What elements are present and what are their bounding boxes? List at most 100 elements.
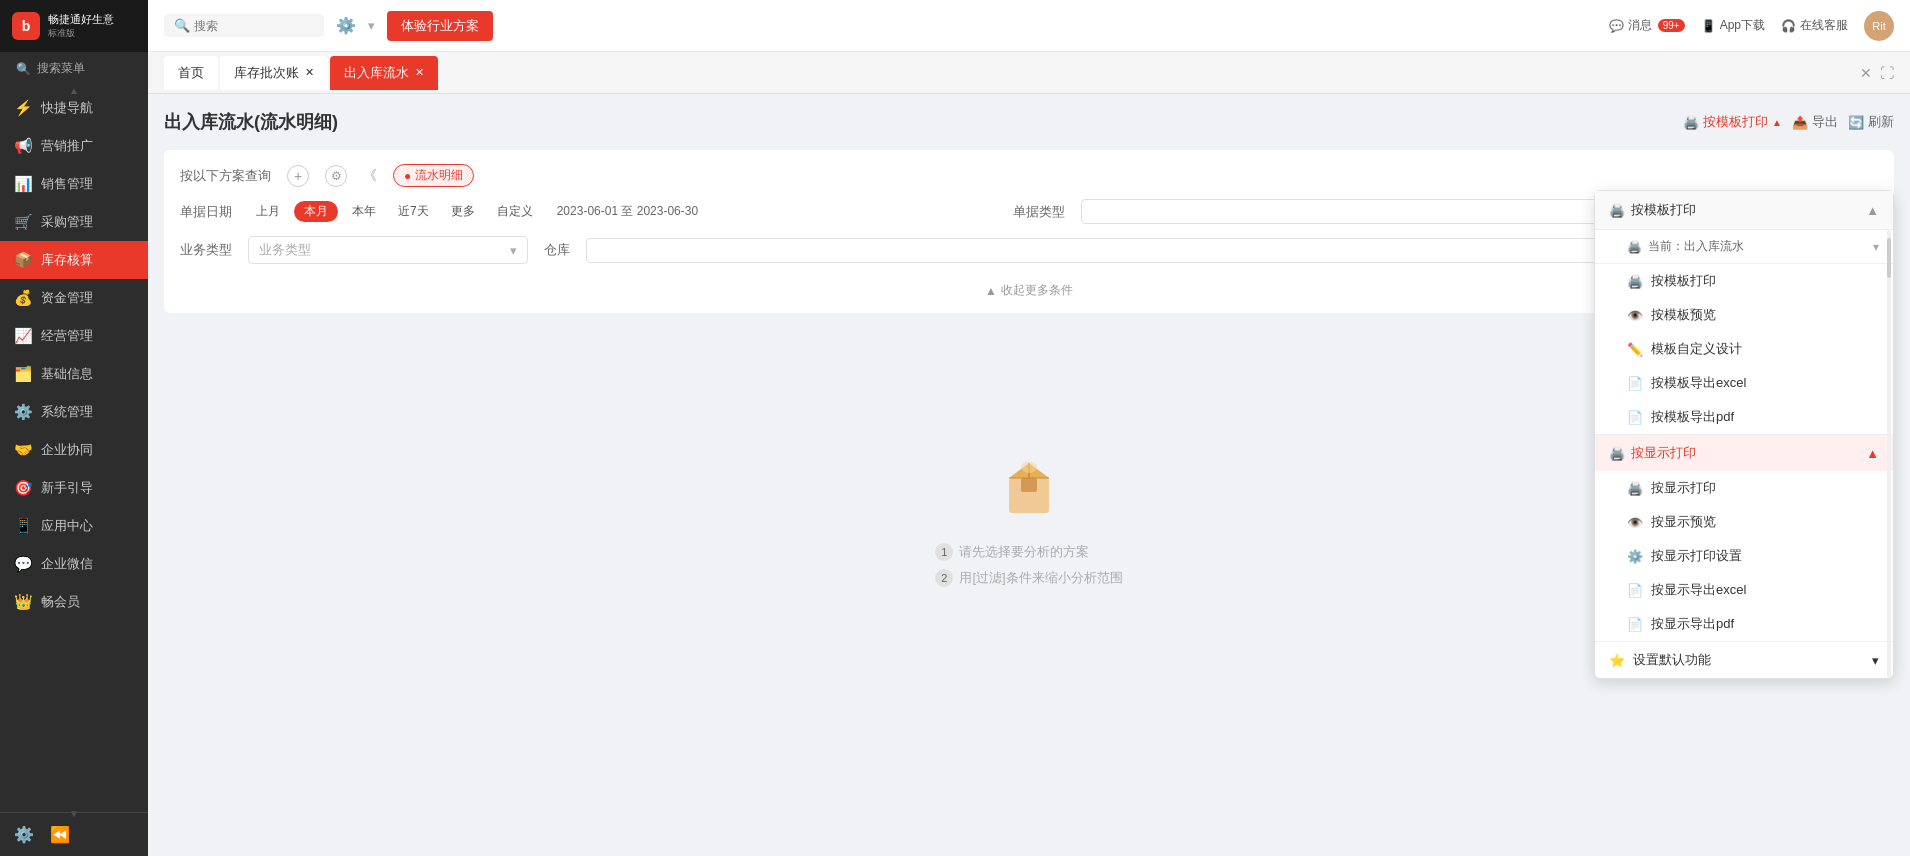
sidebar-item-sales[interactable]: 📊 销售管理 <box>0 165 148 203</box>
tab-batch-account-label: 库存批次账 <box>234 64 299 82</box>
app-version: 标准版 <box>48 27 114 40</box>
tab-batch-account-close[interactable]: ✕ <box>305 66 314 79</box>
tab-inout-flow[interactable]: 出入库流水 ✕ <box>330 56 438 90</box>
quick-nav-icon: ⚡ <box>14 99 33 117</box>
trial-button[interactable]: 体验行业方案 <box>387 11 493 41</box>
sidebar-item-finance[interactable]: 💰 资金管理 <box>0 279 148 317</box>
dropdown-item-display-excel[interactable]: 📄 按显示导出excel <box>1595 573 1893 607</box>
filter-row-1: 按以下方案查询 + ⚙ 《 ● 流水明细 <box>180 164 1878 187</box>
date-label: 单据日期 <box>180 203 232 221</box>
topbar: 🔍 ⚙️ ▾ 体验行业方案 💬 消息 99+ 📱 App下载 🎧 在线客服 Ri… <box>148 0 1910 52</box>
template-print-button[interactable]: 🖨️ 按模板打印 ▲ <box>1683 113 1782 131</box>
sidebar-search-label: 搜索菜单 <box>37 60 85 77</box>
online-service-label: 在线客服 <box>1800 17 1848 34</box>
sidebar-item-purchase[interactable]: 🛒 采购管理 <box>0 203 148 241</box>
dropdown-item-display-preview[interactable]: 👁️ 按显示预览 <box>1595 505 1893 539</box>
section-chevron-up: ▲ <box>1866 446 1879 461</box>
filter-collapse-button[interactable]: 《 <box>363 167 377 185</box>
step-1-text: 请先选择要分析的方案 <box>959 539 1089 565</box>
display-preview-label: 按显示预览 <box>1651 513 1716 531</box>
dropdown-item-display-settings[interactable]: ⚙️ 按显示打印设置 <box>1595 539 1893 573</box>
tab-home[interactable]: 首页 <box>164 56 218 90</box>
system-icon: ⚙️ <box>14 403 33 421</box>
dropdown-chevron-up-icon[interactable]: ▲ <box>1866 203 1879 218</box>
date-tab-recent7[interactable]: 近7天 <box>390 201 437 222</box>
sidebar-item-wechat[interactable]: 💬 企业微信 <box>0 545 148 583</box>
sidebar-item-enterprise[interactable]: 🤝 企业协同 <box>0 431 148 469</box>
search-icon: 🔍 <box>16 62 31 76</box>
sidebar-item-operations[interactable]: 📈 经营管理 <box>0 317 148 355</box>
date-tab-custom[interactable]: 自定义 <box>489 201 541 222</box>
dropdown-item-set-default[interactable]: ⭐ 设置默认功能 ▾ <box>1595 642 1893 678</box>
dropdown-display-print-section[interactable]: 🖨️ 按显示打印 ▲ <box>1595 435 1893 471</box>
topbar-right: 💬 消息 99+ 📱 App下载 🎧 在线客服 Rit <box>1609 11 1894 41</box>
dropdown-header-label: 按模板打印 <box>1631 201 1696 219</box>
user-name: Rit <box>1872 20 1885 32</box>
dropdown-current-item: 🖨️ 当前：出入库流水 ▾ <box>1595 230 1893 263</box>
step-1-number: 1 <box>935 543 953 561</box>
date-tab-current-year[interactable]: 本年 <box>344 201 384 222</box>
sidebar-item-quick-nav[interactable]: ⚡ 快捷导航 <box>0 89 148 127</box>
tab-close-all-button[interactable]: ✕ <box>1860 65 1872 81</box>
display-print-section-label: 按显示打印 <box>1631 444 1696 462</box>
sidebar-item-marketing[interactable]: 📢 营销推广 <box>0 127 148 165</box>
sidebar-item-inventory[interactable]: 📦 库存核算 <box>0 241 148 279</box>
tab-maximize-button[interactable]: ⛶ <box>1880 65 1894 81</box>
page-actions: 🖨️ 按模板打印 ▲ 📤 导出 🔄 刷新 <box>1683 113 1894 131</box>
page-title: 出入库流水(流水明细) <box>164 110 338 134</box>
filter-tag-flow[interactable]: ● 流水明细 <box>393 164 474 187</box>
dropdown-item-template-pdf[interactable]: 📄 按模板导出pdf <box>1595 400 1893 434</box>
dropdown-item-template-custom[interactable]: ✏️ 模板自定义设计 <box>1595 332 1893 366</box>
app-name: 畅捷通好生意 <box>48 12 114 26</box>
sidebar: b 畅捷通好生意 标准版 🔍 搜索菜单 ▲ ⚡ 快捷导航 📢 营销推广 📊 销售… <box>0 0 148 856</box>
sidebar-item-member[interactable]: 👑 畅会员 <box>0 583 148 621</box>
dropdown-item-template-preview[interactable]: 👁️ 按模板预览 <box>1595 298 1893 332</box>
date-field: 上月 本月 本年 近7天 更多 自定义 2023-06-01 至 2023-06… <box>248 201 997 222</box>
dropdown-scrollbar-thumb[interactable] <box>1887 238 1891 278</box>
date-tab-prev-month[interactable]: 上月 <box>248 201 288 222</box>
current-item-label: 当前：出入库流水 <box>1648 238 1744 255</box>
dropdown-scrollbar-track[interactable] <box>1887 230 1891 678</box>
sidebar-item-apps[interactable]: 📱 应用中心 <box>0 507 148 545</box>
user-avatar[interactable]: Rit <box>1864 11 1894 41</box>
biz-type-select[interactable]: 业务类型 ▾ <box>248 236 528 264</box>
dropdown-item-display-pdf[interactable]: 📄 按显示导出pdf <box>1595 607 1893 641</box>
printer-icon2: 🖨️ <box>1609 203 1625 218</box>
sidebar-search[interactable]: 🔍 搜索菜单 <box>0 52 148 85</box>
sidebar-item-system[interactable]: ⚙️ 系统管理 <box>0 393 148 431</box>
custom-sub-icon: ✏️ <box>1627 342 1643 357</box>
settings-icon[interactable]: ⚙️ <box>336 16 356 35</box>
chevron-down-icon[interactable]: ▾ <box>368 18 375 33</box>
tab-inout-flow-close[interactable]: ✕ <box>415 66 424 79</box>
template-pdf-label: 按模板导出pdf <box>1651 408 1734 426</box>
purchase-icon: 🛒 <box>14 213 33 231</box>
search-input[interactable] <box>194 19 314 33</box>
date-tab-current-month[interactable]: 本月 <box>294 201 338 222</box>
filter-add-button[interactable]: + <box>287 165 309 187</box>
filter-tag-label: 流水明细 <box>415 167 463 184</box>
sidebar-menu: ⚡ 快捷导航 📢 营销推广 📊 销售管理 🛒 采购管理 📦 库存核算 💰 资金管… <box>0 89 148 808</box>
message-button[interactable]: 💬 消息 99+ <box>1609 17 1685 34</box>
dropdown-item-display-print[interactable]: 🖨️ 按显示打印 <box>1595 471 1893 505</box>
voucher-type-label: 单据类型 <box>1013 203 1065 221</box>
display-print-label: 按显示打印 <box>1651 479 1716 497</box>
main-area: 🔍 ⚙️ ▾ 体验行业方案 💬 消息 99+ 📱 App下载 🎧 在线客服 Ri… <box>148 0 1910 856</box>
online-service-button[interactable]: 🎧 在线客服 <box>1781 17 1848 34</box>
export-button[interactable]: 📤 导出 <box>1792 113 1838 131</box>
step-2-text: 用[过滤]条件来缩小分析范围 <box>959 565 1122 591</box>
sidebar-item-label: 库存核算 <box>41 251 93 269</box>
refresh-button[interactable]: 🔄 刷新 <box>1848 113 1894 131</box>
dropdown-item-template-excel[interactable]: 📄 按模板导出excel <box>1595 366 1893 400</box>
filter-setting-button[interactable]: ⚙ <box>325 165 347 187</box>
dropdown-item-template-print[interactable]: 🖨️ 按模板打印 <box>1595 264 1893 298</box>
sidebar-collapse-icon[interactable]: ⏪ <box>50 825 70 844</box>
app-download-button[interactable]: 📱 App下载 <box>1701 17 1765 34</box>
sidebar-item-guide[interactable]: 🎯 新手引导 <box>0 469 148 507</box>
sidebar-item-label: 企业协同 <box>41 441 93 459</box>
headset-icon: 🎧 <box>1781 19 1796 33</box>
sidebar-settings-icon[interactable]: ⚙️ <box>14 825 34 844</box>
tab-batch-account[interactable]: 库存批次账 ✕ <box>220 56 328 90</box>
sidebar-item-label: 系统管理 <box>41 403 93 421</box>
sidebar-item-basic[interactable]: 🗂️ 基础信息 <box>0 355 148 393</box>
date-tab-more[interactable]: 更多 <box>443 201 483 222</box>
